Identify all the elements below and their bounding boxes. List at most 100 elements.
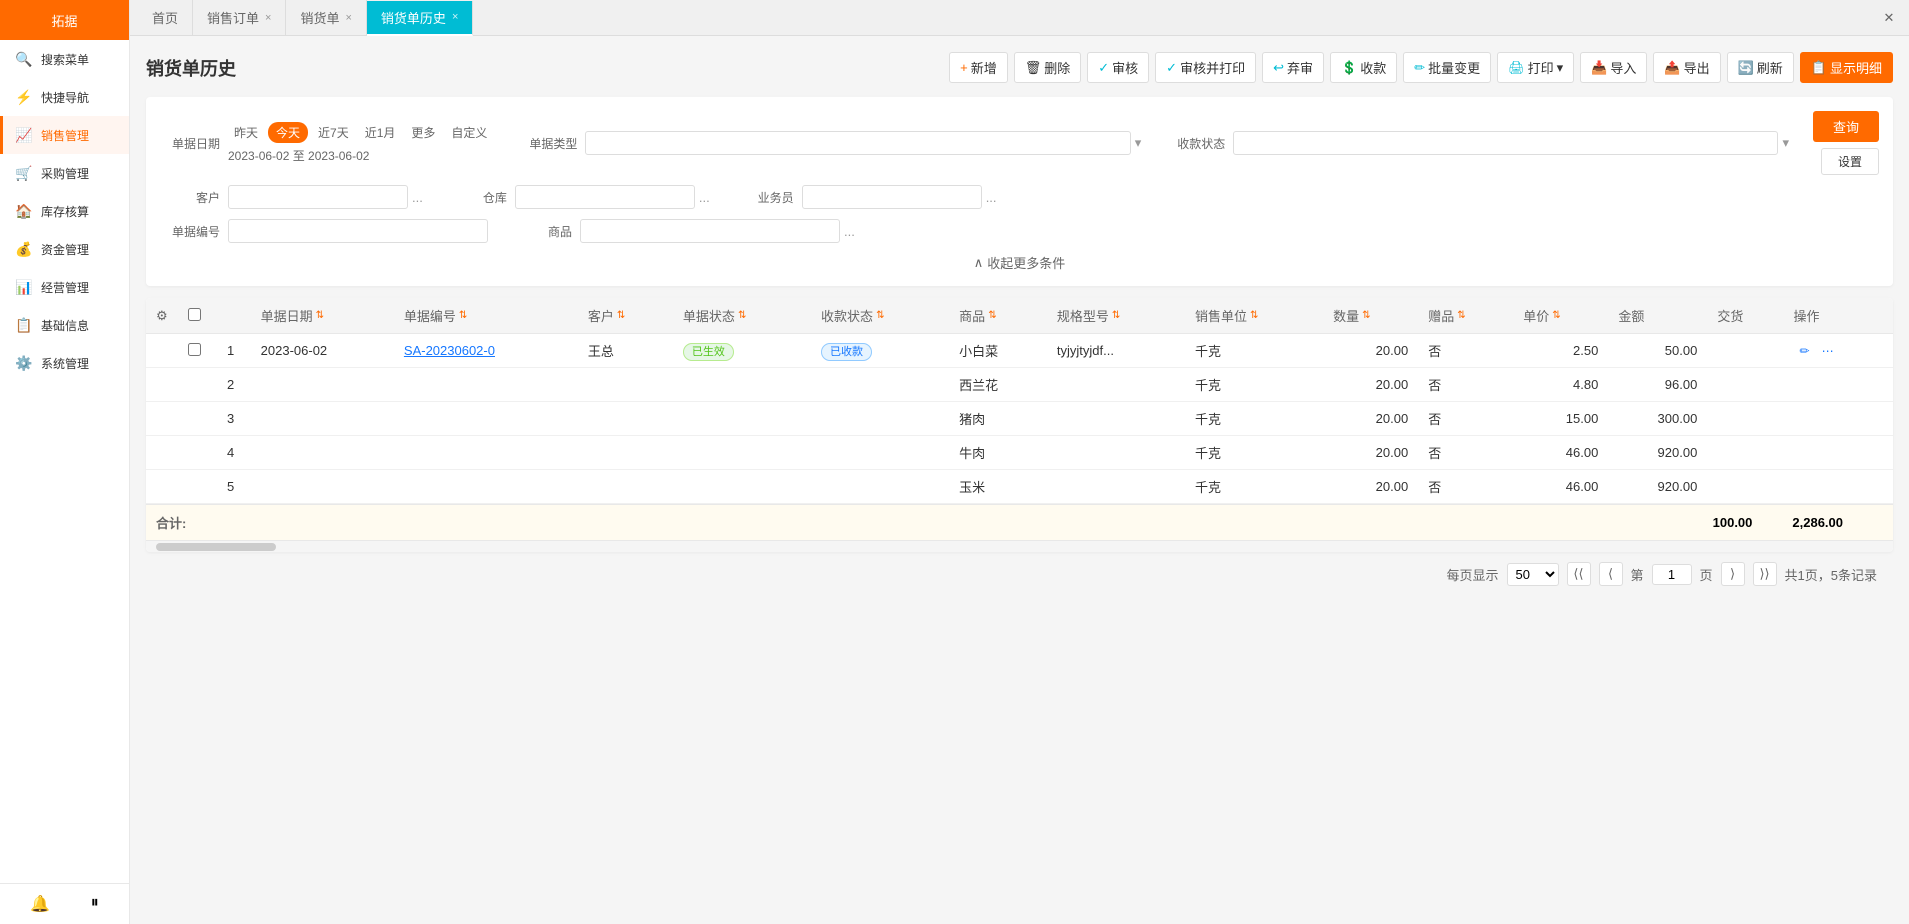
row-check[interactable] [188,343,201,356]
col-gift[interactable]: 赠品 ⇅ [1418,298,1513,334]
audit-print-button[interactable]: ✓ 审核并打印 [1155,52,1256,83]
refresh-button[interactable]: 🔄 刷新 [1727,52,1794,83]
sidebar-item-label: 销售管理 [41,127,89,144]
doc-type-dropdown-icon[interactable]: ▾ [1135,135,1142,151]
filter-customer: 客户 ... [160,185,423,209]
row-doc-no [394,402,578,436]
tab-bar: 首页 销售订单 × 销货单 × 销货单历史 × ✕ [130,0,1909,36]
doc-status-sort-icon: ⇅ [738,310,746,321]
import-button[interactable]: 📥 导入 [1580,52,1647,83]
table-row: 4 牛肉 千克 20.00 否 46.00 920.00 [146,436,1893,470]
table-row: 5 玉米 千克 20.00 否 46.00 920.00 [146,470,1893,504]
delete-button[interactable]: 🗑 删除 [1014,52,1082,83]
query-button[interactable]: 查询 [1813,111,1879,142]
col-product[interactable]: 商品 ⇅ [949,298,1047,334]
row-doc-date: 2023-06-02 [251,334,394,368]
customer-ellipsis[interactable]: ... [412,190,423,205]
product-input[interactable] [580,219,840,243]
set-button[interactable]: 设置 [1821,148,1879,175]
col-unit[interactable]: 销售单位 ⇅ [1185,298,1323,334]
col-price[interactable]: 单价 ⇅ [1513,298,1608,334]
sidebar-item-inventory[interactable]: 🏠 库存核算 [0,192,129,230]
sidebar-item-sales[interactable]: 📈 销售管理 [0,116,129,154]
doc-no-input[interactable] [228,219,488,243]
audit-icon: ✓ [1098,60,1109,76]
collapse-arrow-icon: ∧ [974,255,984,271]
receive-button[interactable]: 💲 收款 [1330,52,1397,83]
print-button[interactable]: 🖨 打印 ▾ [1497,52,1574,83]
row-price: 15.00 [1513,402,1608,436]
tab-sales-delivery[interactable]: 销货单 × [286,0,366,35]
row-setting [146,470,178,504]
last-page-button[interactable]: ⟩⟩ [1753,562,1777,586]
col-qty[interactable]: 数量 ⇅ [1323,298,1418,334]
row-doc-date [251,436,394,470]
row-setting [146,334,178,368]
tab-home[interactable]: 首页 [138,0,193,35]
window-close-button[interactable]: ✕ [1877,6,1901,30]
row-doc-no [394,436,578,470]
select-all-checkbox[interactable] [188,308,201,321]
payment-status-input[interactable] [1233,131,1778,155]
delete-icon: 🗑 [1025,60,1042,76]
tab-sales-order[interactable]: 销售订单 × [193,0,286,35]
sidebar-item-label: 快捷导航 [41,89,89,106]
date-tab-custom[interactable]: 自定义 [445,122,493,143]
abandon-button[interactable]: ↩ 弃审 [1262,52,1324,83]
col-setting[interactable]: ⚙ [146,298,178,334]
col-spec[interactable]: 规格型号 ⇅ [1047,298,1185,334]
col-doc-status[interactable]: 单据状态 ⇅ [673,298,811,334]
warehouse-input[interactable] [515,185,695,209]
horizontal-scrollbar[interactable] [146,540,1893,552]
sidebar-item-quick-nav[interactable]: ⚡ 快捷导航 [0,78,129,116]
more-action[interactable]: ⋯ [1816,342,1840,360]
sidebar-item-finance[interactable]: 💰 资金管理 [0,230,129,268]
col-doc-no[interactable]: 单据编号 ⇅ [394,298,578,334]
sidebar-item-system[interactable]: ⚙️ 系统管理 [0,344,129,382]
customer-input[interactable] [228,185,408,209]
col-payment-status[interactable]: 收款状态 ⇅ [811,298,949,334]
col-customer[interactable]: 客户 ⇅ [578,298,673,334]
export-button[interactable]: 📤 导出 [1653,52,1720,83]
data-table: ⚙ 单据日期 ⇅ 单据编号 ⇅ [146,298,1893,504]
customer-input-area: ... [228,185,423,209]
sidebar-item-operations[interactable]: 📊 经营管理 [0,268,129,306]
scrollbar-thumb[interactable] [156,543,276,551]
new-button[interactable]: + 新增 [949,52,1008,83]
warehouse-ellipsis[interactable]: ... [699,190,710,205]
sidebar-item-purchase[interactable]: 🛒 采购管理 [0,154,129,192]
prev-page-button[interactable]: ⟨ [1599,562,1623,586]
salesperson-input[interactable] [802,185,982,209]
salesperson-ellipsis[interactable]: ... [986,190,997,205]
row-gift: 否 [1418,402,1513,436]
sidebar-item-search[interactable]: 🔍 搜索菜单 [0,40,129,78]
date-tab-7days[interactable]: 近7天 [312,122,355,143]
tab-close-sales-delivery[interactable]: × [345,12,351,24]
audit-button[interactable]: ✓ 审核 [1087,52,1149,83]
per-page-select[interactable]: 50 100 200 [1507,563,1559,586]
date-tab-1month[interactable]: 近1月 [359,122,402,143]
page-title: 销货单历史 [146,55,236,81]
product-ellipsis[interactable]: ... [844,224,855,239]
sidebar-item-basic[interactable]: 📋 基础信息 [0,306,129,344]
notification-icon[interactable]: 🔔 [30,894,50,914]
first-page-button[interactable]: ⟨⟨ [1567,562,1591,586]
collapse-button[interactable]: ∧ 收起更多条件 [160,253,1879,272]
salesperson-label: 业务员 [734,189,794,206]
col-doc-date[interactable]: 单据日期 ⇅ [251,298,394,334]
doc-type-input[interactable] [585,131,1130,155]
doc-no-link[interactable]: SA-20230602-0 [404,343,495,358]
edit-action[interactable]: ✏ [1794,342,1816,360]
date-tab-today[interactable]: 今天 [268,122,308,143]
batch-change-button[interactable]: ✏ 批量变更 [1403,52,1491,83]
pause-icon[interactable]: ⏸ [91,894,99,914]
date-tab-more[interactable]: 更多 [405,122,441,143]
tab-close-sales-history[interactable]: × [452,11,458,23]
page-number-input[interactable]: 1 [1652,564,1692,585]
date-tab-yesterday[interactable]: 昨天 [228,122,264,143]
tab-sales-history[interactable]: 销货单历史 × [367,1,473,36]
tab-close-sales-order[interactable]: × [265,12,271,24]
show-detail-button[interactable]: 📋 显示明细 [1800,52,1893,83]
next-page-button[interactable]: ⟩ [1721,562,1745,586]
payment-status-dropdown-icon[interactable]: ▾ [1782,135,1789,151]
